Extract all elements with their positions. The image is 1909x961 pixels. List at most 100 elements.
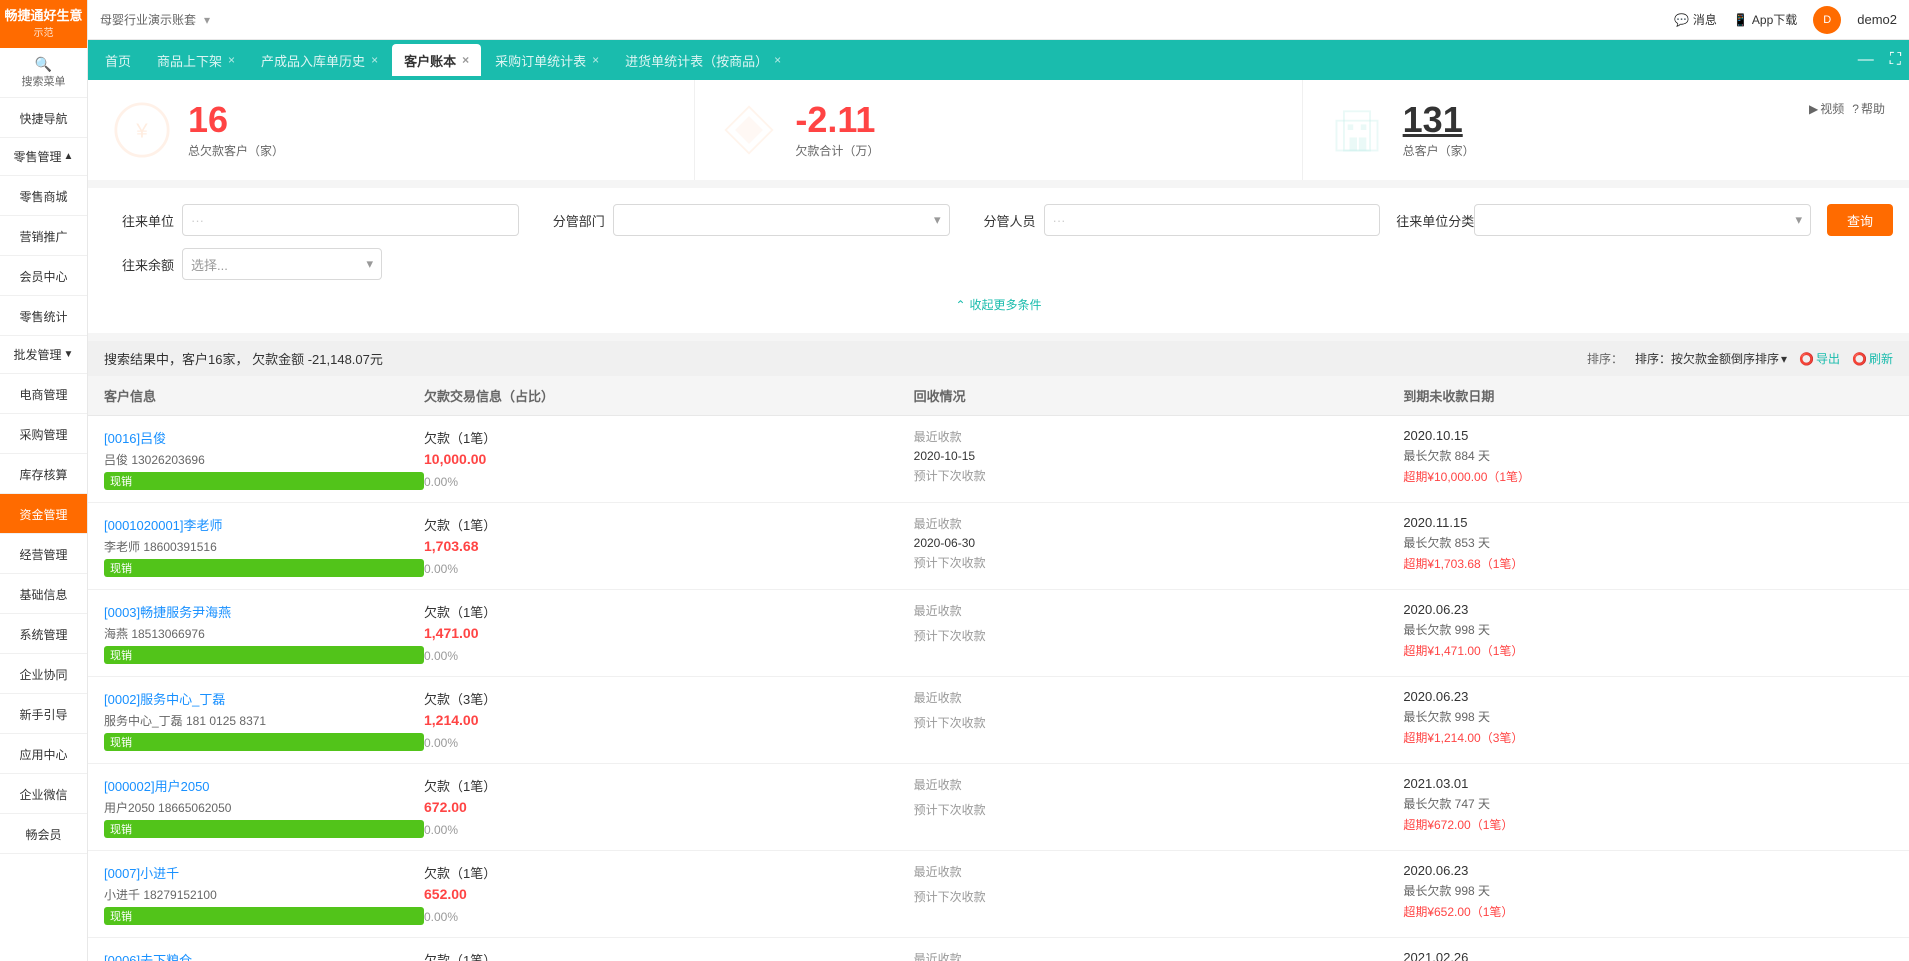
tenant-name: 母婴行业演示账套 (100, 11, 196, 28)
sidebar-item-app-center[interactable]: 应用中心 (0, 734, 87, 774)
recovery-info-cell: 最近收款 预计下次收款 (914, 602, 1404, 664)
dropdown-arrow-icon[interactable]: ▾ (204, 13, 210, 27)
customer-name-link[interactable]: [0007]小进千 (104, 863, 424, 882)
sidebar-item-operations[interactable]: 经营管理 (0, 534, 87, 574)
debt-amount: 10,000.00 (424, 451, 914, 467)
debt-info-cell: 欠款（1笔） 652.00 0.00% (424, 863, 914, 925)
main-content: 母婴行业演示账套 ▾ 💬 消息 📱 App下载 D demo2 (88, 0, 1909, 961)
data-table: 客户信息 欠款交易信息（占比） 回收情况 到期未收款日期 [0016]吕俊 吕俊… (88, 376, 1909, 961)
recovery-info-cell: 最近收款 预计下次收款 (914, 689, 1404, 751)
source-unit-input[interactable]: ··· (182, 204, 519, 236)
export-button[interactable]: ⭕ 导出 (1799, 350, 1840, 367)
sidebar-item-enterprise-wechat[interactable]: 企业微信 (0, 774, 87, 814)
customer-name-link[interactable]: [000002]用户2050 (104, 776, 424, 795)
search-button[interactable]: 查询 (1827, 204, 1893, 236)
debt-count: 欠款（1笔） (424, 776, 914, 795)
collapse-filters-button[interactable]: ⌃ 收起更多条件 (104, 292, 1893, 317)
recovery-next: 预计下次收款 (914, 467, 1404, 484)
message-icon: 💬 (1674, 13, 1689, 27)
tab-close-icon[interactable]: × (774, 53, 781, 67)
sidebar-item-retail-mgmt[interactable]: 零售管理 ▲ (0, 138, 87, 176)
sidebar-logo[interactable]: 畅捷通好生意 示范 (0, 0, 87, 48)
recovery-label: 最近收款 (914, 950, 1404, 961)
tab-close-icon[interactable]: × (228, 53, 235, 67)
sidebar-item-finance[interactable]: 资金管理 (0, 494, 87, 534)
department-select[interactable]: ▾ (613, 204, 950, 236)
sidebar-item-system-mgmt[interactable]: 系统管理 (0, 614, 87, 654)
tab-product-shelf[interactable]: 商品上下架 × (145, 44, 247, 76)
sidebar-item-retail-stats[interactable]: 零售统计 (0, 296, 87, 336)
sidebar-item-members[interactable]: 会员中心 (0, 256, 87, 296)
balance-select[interactable]: 选择... ▾ (182, 248, 382, 280)
user-initials: D (1823, 14, 1831, 26)
debt-percent: 0.00% (424, 649, 914, 663)
balance-label: 往来余额 (104, 255, 174, 274)
manager-filter: 分管人员 ··· (966, 204, 1381, 236)
sidebar-item-quick-nav[interactable]: 快捷导航 (0, 98, 87, 138)
manager-input[interactable]: ··· (1044, 204, 1381, 236)
help-button[interactable]: ? 帮助 (1852, 100, 1885, 117)
tab-close-icon[interactable]: × (592, 53, 599, 67)
sidebar-item-retail-mall[interactable]: 零售商城 (0, 176, 87, 216)
tab-minimize-button[interactable]: — (1854, 47, 1878, 73)
debt-count: 欠款（1笔） (424, 950, 914, 961)
message-label: 消息 (1693, 11, 1717, 28)
customer-name-link[interactable]: [0002]服务中心_丁磊 (104, 689, 424, 708)
sidebar-item-ecommerce[interactable]: 电商管理 (0, 374, 87, 414)
tab-close-icon[interactable]: × (371, 53, 378, 67)
svg-text:¥: ¥ (135, 119, 148, 142)
tab-inventory-stats[interactable]: 进货单统计表（按商品） × (613, 44, 793, 76)
customer-name-link[interactable]: [0003]畅捷服务尹海燕 (104, 602, 424, 621)
stat-actions: ▶ 视频 ? 帮助 (1809, 100, 1885, 117)
username[interactable]: demo2 (1857, 12, 1897, 27)
overdue-days: 最长欠款 853 天 (1403, 534, 1893, 551)
overdue-amount-link[interactable]: 超期¥652.00（1笔） (1403, 903, 1893, 920)
stat-info-total-customers: 131 总客户（家） (1403, 102, 1793, 159)
customer-info-cell: [0006]去下粮仓 陈小希 现销 (104, 950, 424, 961)
user-avatar[interactable]: D (1813, 6, 1841, 34)
sidebar-item-search-menu[interactable]: 🔍 搜索菜单 (0, 48, 87, 98)
sidebar-item-enterprise-collab[interactable]: 企业协同 (0, 654, 87, 694)
customer-name-link[interactable]: [0016]吕俊 (104, 428, 424, 447)
tab-purchase-order[interactable]: 采购订单统计表 × (483, 44, 611, 76)
debt-percent: 0.00% (424, 910, 914, 924)
source-unit-value: ··· (191, 213, 204, 228)
stat-info-debt-customers: 16 总欠款客户（家） (188, 102, 670, 159)
debt-percent: 0.00% (424, 823, 914, 837)
tab-customer-account[interactable]: 客户账本 × (392, 44, 481, 76)
export-icon: ⭕ (1799, 352, 1814, 366)
overdue-amount-link[interactable]: 超期¥672.00（1笔） (1403, 816, 1893, 833)
customer-name-link[interactable]: [0001020001]李老师 (104, 515, 424, 534)
tab-home[interactable]: 首页 (93, 44, 143, 76)
overdue-amount-link[interactable]: 超期¥1,471.00（1笔） (1403, 642, 1893, 659)
sidebar-item-purchase-mgmt[interactable]: 采购管理 (0, 414, 87, 454)
tab-close-icon[interactable]: × (462, 53, 469, 67)
video-button[interactable]: ▶ 视频 (1809, 100, 1844, 117)
sidebar-item-vip-member[interactable]: 畅会员 (0, 814, 87, 854)
unit-category-select[interactable]: ▾ (1474, 204, 1811, 236)
sidebar-item-basic-info[interactable]: 基础信息 (0, 574, 87, 614)
app-download-label: App下载 (1752, 11, 1797, 28)
customer-name-link[interactable]: [0006]去下粮仓 (104, 950, 424, 961)
tab-maximize-button[interactable]: ⛶ (1886, 47, 1905, 73)
recovery-info-cell: 最近收款 预计下次收款 (914, 776, 1404, 838)
overdue-amount-link[interactable]: 超期¥1,703.68（1笔） (1403, 555, 1893, 572)
result-count: 搜索结果中，客户16家 (104, 352, 235, 367)
refresh-button[interactable]: ⭕ 刷新 (1852, 350, 1893, 367)
overdue-amount-link[interactable]: 超期¥1,214.00（3笔） (1403, 729, 1893, 746)
recovery-label: 最近收款 (914, 689, 1404, 706)
message-button[interactable]: 💬 消息 (1674, 11, 1717, 28)
debt-amount-label: 欠款合计（万） (795, 142, 1277, 159)
sort-button[interactable]: 排序：按欠款金额倒序排序 ▾ (1635, 350, 1787, 367)
debt-customers-number: 16 (188, 102, 670, 138)
recovery-info-cell: 最近收款 2020-10-15 预计下次收款 (914, 428, 1404, 490)
top-bar-left: 母婴行业演示账套 ▾ (100, 11, 210, 28)
debt-amount: 1,471.00 (424, 625, 914, 641)
sidebar-item-marketing[interactable]: 营销推广 (0, 216, 87, 256)
sidebar-item-wholesale-mgmt[interactable]: 批发管理 ▼ (0, 336, 87, 374)
sidebar-item-newbie[interactable]: 新手引导 (0, 694, 87, 734)
overdue-amount-link[interactable]: 超期¥10,000.00（1笔） (1403, 468, 1893, 485)
app-download-button[interactable]: 📱 App下载 (1733, 11, 1797, 28)
sidebar-item-inventory[interactable]: 库存核算 (0, 454, 87, 494)
tab-product-history[interactable]: 产成品入库单历史 × (249, 44, 390, 76)
